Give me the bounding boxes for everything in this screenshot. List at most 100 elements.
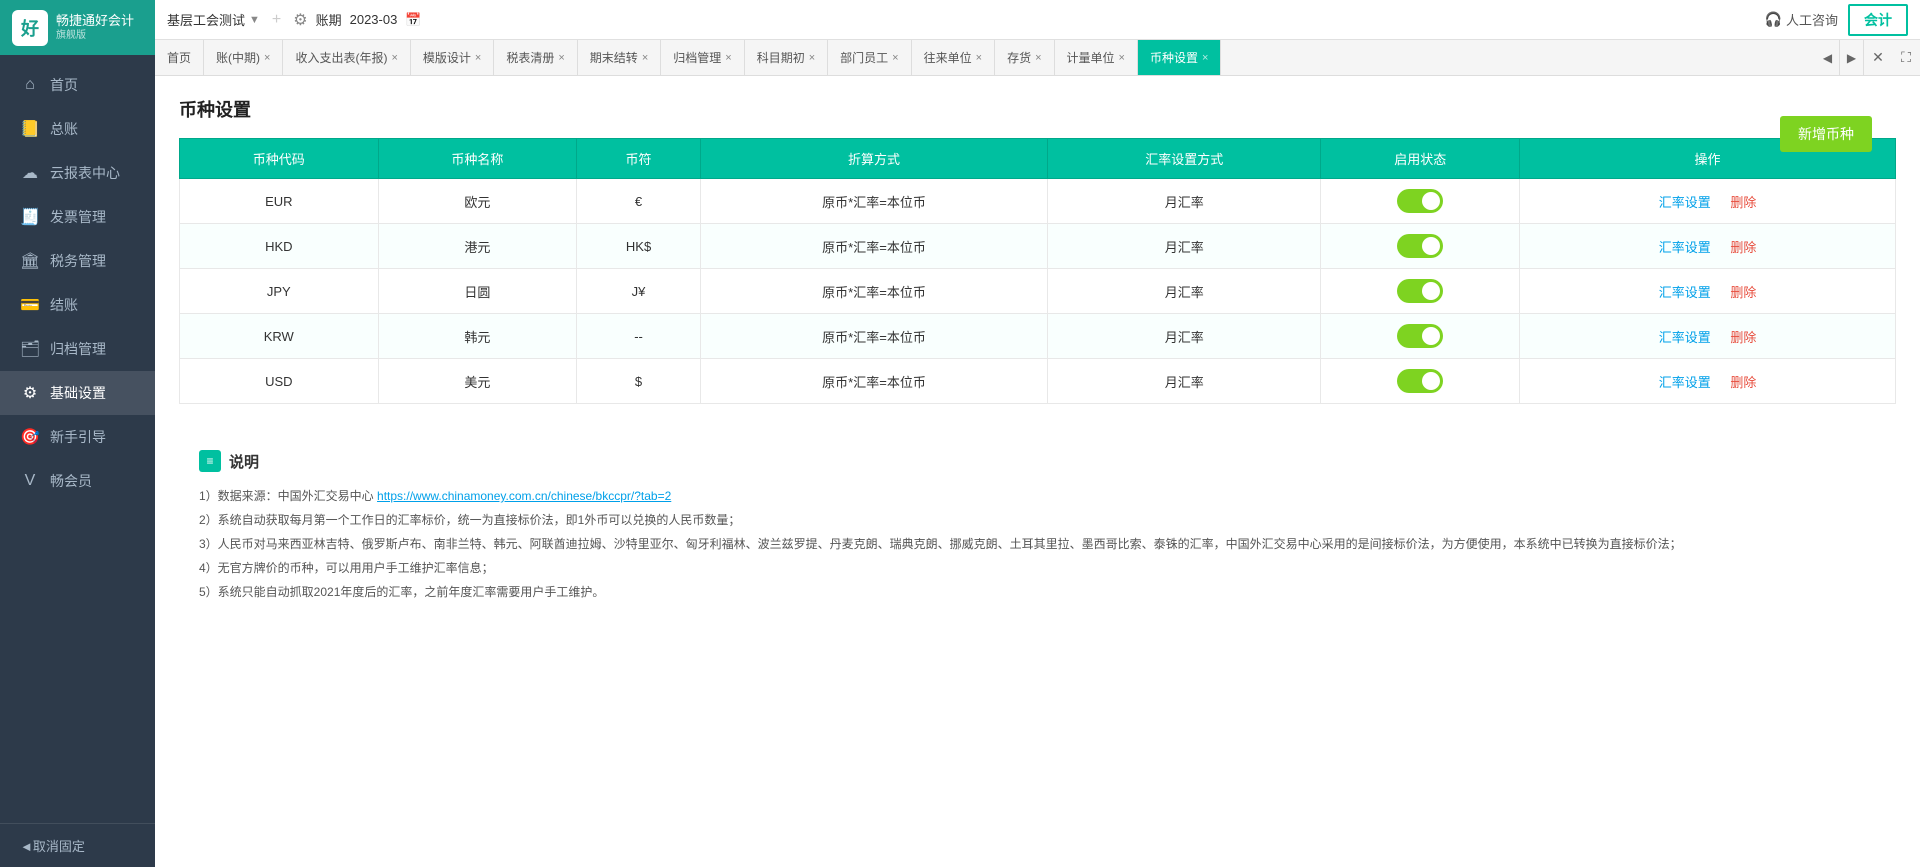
table-body: EUR 欧元 € 原币*汇率=本位币 月汇率 汇率设置 删除 HKD 港元 HK… bbox=[180, 179, 1896, 404]
delete-link[interactable]: 删除 bbox=[1730, 330, 1756, 345]
sidebar-label-invoice: 发票管理 bbox=[50, 207, 106, 227]
tab-[interactable]: 存货 × bbox=[995, 40, 1054, 76]
enable-toggle[interactable] bbox=[1397, 369, 1443, 393]
toggle-cell bbox=[1321, 359, 1520, 404]
service-button[interactable]: 🎧 人工咨询 bbox=[1765, 10, 1838, 29]
action-cell: 汇率设置 删除 bbox=[1520, 314, 1896, 359]
tab-prev-button[interactable]: ◀ bbox=[1816, 40, 1840, 76]
new-currency-button[interactable]: 新增币种 bbox=[1780, 116, 1872, 152]
tab-label: 计量单位 bbox=[1067, 49, 1115, 66]
rate-settings-link[interactable]: 汇率设置 bbox=[1659, 375, 1711, 390]
enable-toggle[interactable] bbox=[1397, 324, 1443, 348]
tab-close-icon[interactable]: × bbox=[264, 52, 270, 64]
tab-label: 往来单位 bbox=[924, 49, 972, 66]
tab-label: 部门员工 bbox=[840, 49, 888, 66]
tab-label: 收入支出表(年报) bbox=[295, 49, 387, 66]
tab-[interactable]: 计量单位 × bbox=[1055, 40, 1138, 76]
tab-[interactable]: 首页 bbox=[155, 40, 204, 76]
home-icon: ⌂ bbox=[20, 76, 40, 94]
tabs-bar: 首页账(中期) ×收入支出表(年报) ×模版设计 ×税表清册 ×期末结转 ×归档… bbox=[155, 40, 1920, 76]
toggle-cell bbox=[1321, 269, 1520, 314]
sidebar-item-guide[interactable]: 🎯新手引导 bbox=[0, 415, 155, 459]
tab-close-icon[interactable]: × bbox=[558, 52, 564, 64]
sidebar-item-home[interactable]: ⌂首页 bbox=[0, 63, 155, 107]
tab-[interactable]: 科目期初 × bbox=[745, 40, 828, 76]
enable-toggle[interactable] bbox=[1397, 234, 1443, 258]
tab-[interactable]: 账(中期) × bbox=[204, 40, 283, 76]
sidebar-label-archive: 归档管理 bbox=[50, 339, 106, 359]
sidebar-label-checkout: 结账 bbox=[50, 295, 78, 315]
tab-close-icon[interactable]: × bbox=[1035, 52, 1041, 64]
toggle-cell bbox=[1321, 224, 1520, 269]
currency-symbol: J¥ bbox=[577, 269, 701, 314]
tab-[interactable]: 部门员工 × bbox=[828, 40, 911, 76]
enable-toggle[interactable] bbox=[1397, 279, 1443, 303]
delete-link[interactable]: 删除 bbox=[1730, 375, 1756, 390]
tab-label: 账(中期) bbox=[216, 49, 260, 66]
calendar-icon[interactable]: 📅 bbox=[405, 12, 421, 28]
sidebar-item-settings[interactable]: ⚙基础设置 bbox=[0, 371, 155, 415]
tab-close-icon[interactable]: × bbox=[1119, 52, 1125, 64]
rate-settings-link[interactable]: 汇率设置 bbox=[1659, 330, 1711, 345]
delete-link[interactable]: 删除 bbox=[1730, 240, 1756, 255]
sidebar-item-checkout[interactable]: 💳结账 bbox=[0, 283, 155, 327]
rate-settings-link[interactable]: 汇率设置 bbox=[1659, 240, 1711, 255]
company-name[interactable]: 基层工会测试 ▼ bbox=[167, 10, 260, 29]
sidebar-item-tax[interactable]: 🏛 税务管理 bbox=[0, 239, 155, 283]
sidebar-item-archive[interactable]: 🗂归档管理 bbox=[0, 327, 155, 371]
currency-code: USD bbox=[180, 359, 379, 404]
delete-link[interactable]: 删除 bbox=[1730, 285, 1756, 300]
tab-next-button[interactable]: ▶ bbox=[1840, 40, 1864, 76]
calc-method: 原币*汇率=本位币 bbox=[700, 269, 1047, 314]
content-area: 币种设置 新增币种 币种代码币种名称币符折算方式汇率设置方式启用状态操作 EUR… bbox=[155, 76, 1920, 867]
sidebar-footer[interactable]: ◄取消固定 bbox=[0, 823, 155, 867]
tab-[interactable]: 币种设置 × bbox=[1138, 40, 1221, 76]
rate-settings-link[interactable]: 汇率设置 bbox=[1659, 195, 1711, 210]
kuaiji-button[interactable]: 会计 bbox=[1848, 4, 1908, 36]
tab-close-all-button[interactable]: ✕ bbox=[1864, 40, 1892, 76]
chinamoney-link[interactable]: https://www.chinamoney.com.cn/chinese/bk… bbox=[377, 489, 671, 503]
table-row: KRW 韩元 -- 原币*汇率=本位币 月汇率 汇率设置 删除 bbox=[180, 314, 1896, 359]
tab-expand-button[interactable]: ⛶ bbox=[1892, 40, 1920, 76]
sidebar-label-ledger: 总账 bbox=[50, 119, 78, 139]
sidebar-label-tax: 税务管理 bbox=[50, 251, 106, 271]
tab-close-icon[interactable]: × bbox=[809, 52, 815, 64]
tab-close-icon[interactable]: × bbox=[642, 52, 648, 64]
rate-settings-link[interactable]: 汇率设置 bbox=[1659, 285, 1711, 300]
tab-close-icon[interactable]: × bbox=[976, 52, 982, 64]
sidebar-item-reports[interactable]: ☁云报表中心 bbox=[0, 151, 155, 195]
tab-[interactable]: 税表清册 × bbox=[494, 40, 577, 76]
tab-label: 税表清册 bbox=[506, 49, 554, 66]
tab-[interactable]: 归档管理 × bbox=[661, 40, 744, 76]
tab-close-icon[interactable]: × bbox=[475, 52, 481, 64]
enable-toggle[interactable] bbox=[1397, 189, 1443, 213]
notes-list: 1）数据来源：中国外汇交易中心 https://www.chinamoney.c… bbox=[199, 484, 1876, 604]
currency-name: 韩元 bbox=[378, 314, 577, 359]
tab-[interactable]: 期末结转 × bbox=[578, 40, 661, 76]
tab-close-icon[interactable]: × bbox=[892, 52, 898, 64]
sidebar-item-ledger[interactable]: 📒 总账 bbox=[0, 107, 155, 151]
sidebar-item-invoice[interactable]: 🧾 发票管理 bbox=[0, 195, 155, 239]
settings-gear-icon[interactable]: ⚙ bbox=[293, 10, 307, 30]
sidebar-label-member: 畅会员 bbox=[50, 471, 92, 491]
invoice-icon: 🧾 bbox=[20, 207, 40, 227]
tab-close-icon[interactable]: × bbox=[1202, 52, 1208, 64]
logo-text: 畅捷通好会计 旗舰版 bbox=[56, 13, 134, 43]
tab-[interactable]: 模版设计 × bbox=[411, 40, 494, 76]
tax-icon: 🏛 bbox=[20, 251, 40, 271]
page-title: 币种设置 bbox=[179, 96, 1896, 122]
sidebar-label-settings: 基础设置 bbox=[50, 383, 106, 403]
rate-type: 月汇率 bbox=[1048, 269, 1321, 314]
tab-[interactable]: 收入支出表(年报) × bbox=[283, 40, 410, 76]
ledger-icon: 📒 bbox=[20, 119, 40, 139]
note-item: 5）系统只能自动抓取2021年度后的汇率，之前年度汇率需要用户手工维护。 bbox=[199, 580, 1876, 604]
rate-type: 月汇率 bbox=[1048, 179, 1321, 224]
delete-link[interactable]: 删除 bbox=[1730, 195, 1756, 210]
currency-code: JPY bbox=[180, 269, 379, 314]
tab-close-icon[interactable]: × bbox=[725, 52, 731, 64]
sidebar-item-member[interactable]: V畅会员 bbox=[0, 459, 155, 503]
tab-close-icon[interactable]: × bbox=[391, 52, 397, 64]
tab-[interactable]: 往来单位 × bbox=[912, 40, 995, 76]
company-dropdown-icon: ▼ bbox=[249, 14, 260, 26]
rate-type: 月汇率 bbox=[1048, 314, 1321, 359]
